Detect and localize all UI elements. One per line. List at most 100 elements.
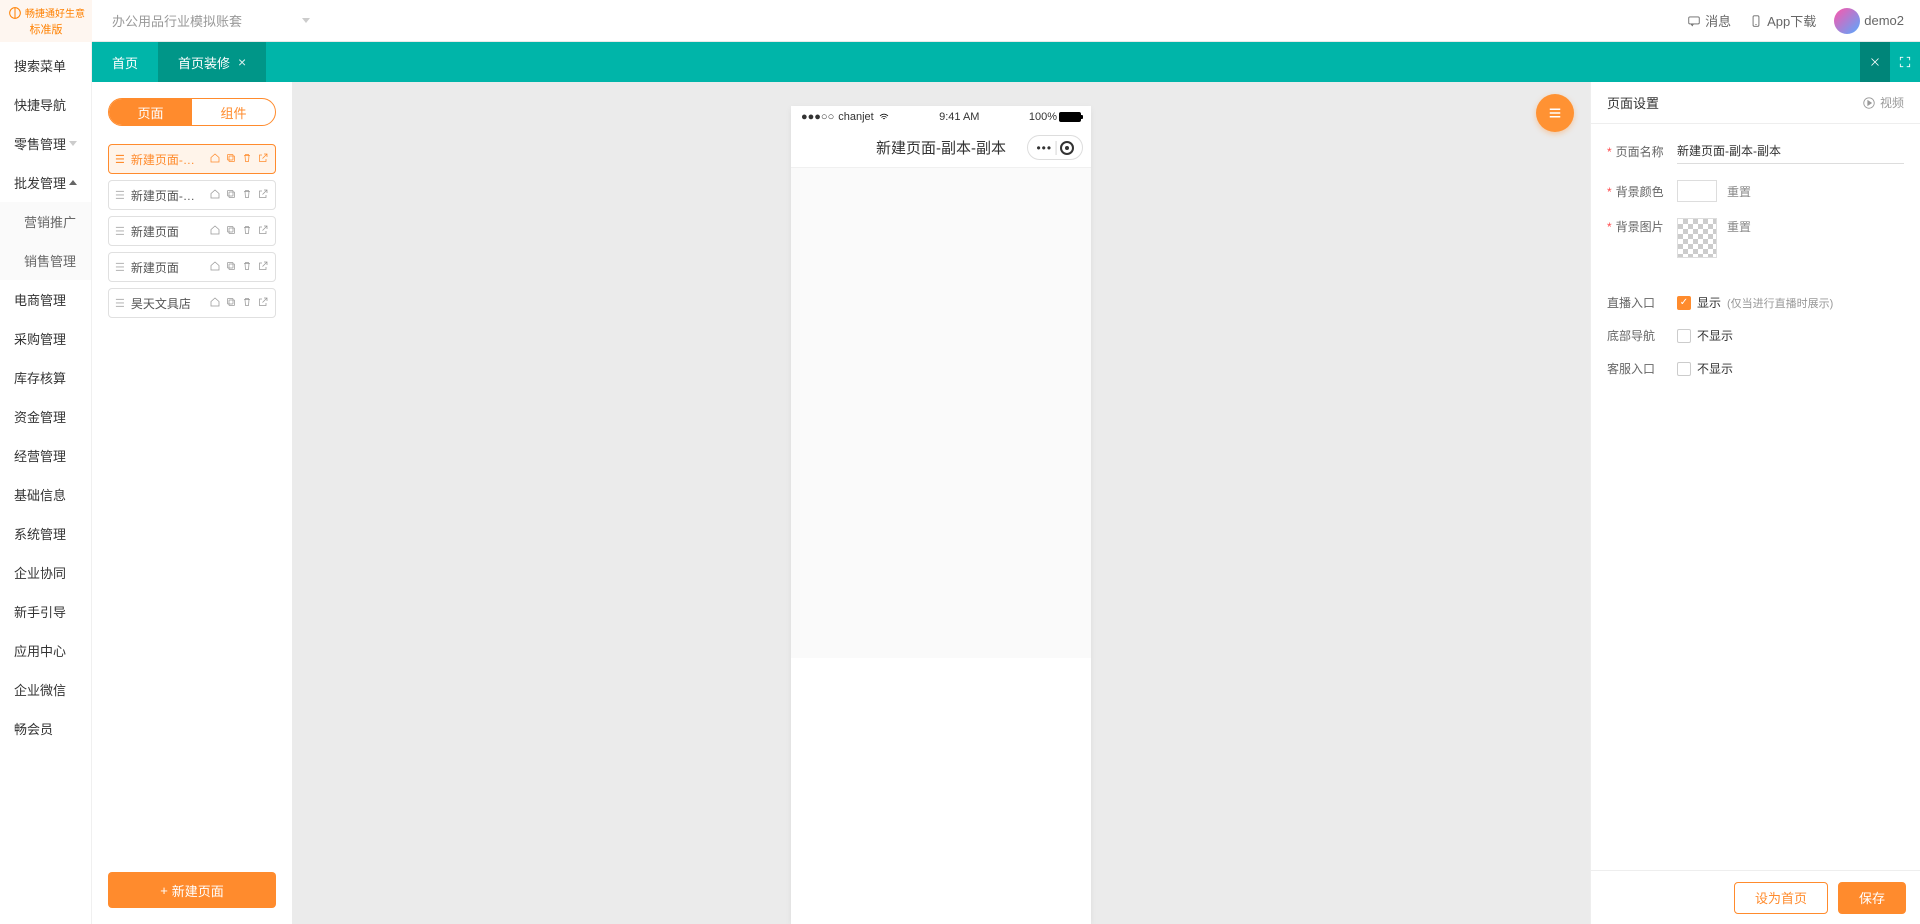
plus-icon: +: [160, 883, 168, 898]
sidebar-item-0[interactable]: 搜索菜单: [0, 46, 91, 85]
sidebar-item-label: 搜索菜单: [14, 56, 66, 75]
new-page-label: 新建页面: [172, 881, 224, 900]
save-button[interactable]: 保存: [1838, 882, 1906, 914]
phone-content-area[interactable]: [791, 168, 1091, 658]
delete-icon[interactable]: [241, 152, 253, 167]
video-label: 视频: [1880, 94, 1904, 111]
share-icon[interactable]: [257, 152, 269, 167]
sidebar-item-3[interactable]: 批发管理: [0, 163, 91, 202]
sidebar-item-label: 营销推广: [24, 212, 76, 231]
page-card-2[interactable]: ☰新建页面: [108, 216, 276, 246]
bottomnav-check-text: 不显示: [1697, 327, 1733, 344]
preview-canvas: ●●●○○ chanjet 9:41 AM 100% 新建页面-副本-副本: [292, 82, 1590, 924]
sidebar-item-4[interactable]: 营销推广: [0, 202, 91, 241]
float-menu-button[interactable]: [1536, 94, 1574, 132]
service-checkbox[interactable]: 不显示: [1677, 360, 1733, 377]
user-menu[interactable]: demo2: [1834, 8, 1904, 34]
phone-preview: ●●●○○ chanjet 9:41 AM 100% 新建页面-副本-副本: [791, 106, 1091, 924]
delete-icon[interactable]: [241, 224, 253, 239]
page-card-0[interactable]: ☰新建页面-副本-...: [108, 144, 276, 174]
delete-icon[interactable]: [241, 296, 253, 311]
live-hint: (仅当进行直播时展示): [1727, 295, 1833, 311]
sidebar-item-10[interactable]: 经营管理: [0, 436, 91, 475]
page-card-1[interactable]: ☰新建页面-副本: [108, 180, 276, 210]
seg-tab-page[interactable]: 页面: [109, 99, 192, 125]
chevron-down-icon: [302, 18, 310, 23]
bgimg-label: 背景图片: [1616, 220, 1664, 234]
bgcolor-label: 背景颜色: [1616, 185, 1664, 199]
sidebar-item-label: 采购管理: [14, 329, 66, 348]
segment-tabs: 页面 组件: [108, 98, 276, 126]
logo[interactable]: 畅捷通好生意 标准版: [0, 0, 92, 42]
messages-button[interactable]: 消息: [1687, 11, 1731, 30]
home-icon[interactable]: [209, 224, 221, 239]
copy-icon[interactable]: [225, 296, 237, 311]
home-icon[interactable]: [209, 260, 221, 275]
sidebar-item-7[interactable]: 采购管理: [0, 319, 91, 358]
drag-icon: ☰: [115, 297, 125, 310]
set-home-button[interactable]: 设为首页: [1734, 882, 1828, 914]
seg-tab-component[interactable]: 组件: [192, 99, 275, 125]
bgimg-reset[interactable]: 重置: [1727, 218, 1751, 235]
sidebar-item-16[interactable]: 企业微信: [0, 670, 91, 709]
account-selector[interactable]: 办公用品行业模拟账套: [112, 11, 310, 30]
copy-icon[interactable]: [225, 260, 237, 275]
close-all-button[interactable]: [1860, 42, 1890, 82]
phone-title-bar: 新建页面-副本-副本 ••• |: [791, 128, 1091, 168]
sidebar-item-15[interactable]: 应用中心: [0, 631, 91, 670]
close-icon[interactable]: ×: [238, 54, 246, 70]
bgimg-picker[interactable]: [1677, 218, 1717, 258]
copy-icon[interactable]: [225, 224, 237, 239]
logo-subtitle: 标准版: [30, 21, 63, 37]
tab-0[interactable]: 首页: [92, 42, 158, 82]
page-card-4[interactable]: ☰ 昊天文具店: [108, 288, 276, 318]
bgcolor-reset[interactable]: 重置: [1727, 183, 1751, 200]
sidebar-item-label: 批发管理: [14, 173, 66, 192]
copy-icon[interactable]: [225, 188, 237, 203]
new-page-button[interactable]: + 新建页面: [108, 872, 276, 908]
page-card-label: 昊天文具店: [131, 295, 203, 312]
sidebar-item-6[interactable]: 电商管理: [0, 280, 91, 319]
sidebar-item-17[interactable]: 畅会员: [0, 709, 91, 748]
sidebar-item-8[interactable]: 库存核算: [0, 358, 91, 397]
sidebar-item-1[interactable]: 快捷导航: [0, 85, 91, 124]
bgcolor-picker[interactable]: [1677, 180, 1717, 202]
sidebar-item-5[interactable]: 销售管理: [0, 241, 91, 280]
page-card-3[interactable]: ☰新建页面: [108, 252, 276, 282]
page-name-label: 页面名称: [1616, 145, 1664, 159]
settings-header: 页面设置 视频: [1591, 82, 1920, 124]
sidebar-item-13[interactable]: 企业协同: [0, 553, 91, 592]
sidebar-item-2[interactable]: 零售管理: [0, 124, 91, 163]
delete-icon[interactable]: [241, 188, 253, 203]
sidebar-item-14[interactable]: 新手引导: [0, 592, 91, 631]
settings-footer: 设为首页 保存: [1591, 870, 1920, 924]
fullscreen-button[interactable]: [1890, 42, 1920, 82]
phone-menu-capsule[interactable]: ••• |: [1027, 135, 1083, 160]
share-icon[interactable]: [257, 296, 269, 311]
page-name-input[interactable]: [1677, 138, 1904, 164]
delete-icon[interactable]: [241, 260, 253, 275]
share-icon[interactable]: [257, 188, 269, 203]
home-icon[interactable]: [209, 296, 221, 311]
avatar: [1834, 8, 1860, 34]
live-checkbox[interactable]: ✓ 显示 (仅当进行直播时展示): [1677, 294, 1833, 311]
video-link[interactable]: 视频: [1862, 94, 1904, 111]
sidebar: 搜索菜单快捷导航零售管理批发管理营销推广销售管理电商管理采购管理库存核算资金管理…: [0, 42, 92, 924]
share-icon[interactable]: [257, 260, 269, 275]
tab-1[interactable]: 首页装修×: [158, 42, 266, 82]
sidebar-item-12[interactable]: 系统管理: [0, 514, 91, 553]
drag-icon: ☰: [115, 261, 125, 274]
share-icon[interactable]: [257, 224, 269, 239]
app-download-button[interactable]: App下载: [1749, 11, 1816, 30]
copy-icon[interactable]: [225, 152, 237, 167]
service-label: 客服入口: [1607, 362, 1655, 376]
home-icon[interactable]: [209, 188, 221, 203]
bottomnav-checkbox[interactable]: 不显示: [1677, 327, 1733, 344]
sidebar-item-9[interactable]: 资金管理: [0, 397, 91, 436]
home-icon[interactable]: [209, 152, 221, 167]
signal-icon: ●●●○○: [801, 111, 834, 123]
chevron-up-icon: [69, 180, 77, 185]
page-list-panel: 页面 组件 ☰新建页面-副本-...☰新建页面-副本☰新建页面☰新建页面☰昊天文…: [92, 82, 292, 924]
sidebar-item-11[interactable]: 基础信息: [0, 475, 91, 514]
page-card-label: 新建页面: [131, 223, 203, 240]
